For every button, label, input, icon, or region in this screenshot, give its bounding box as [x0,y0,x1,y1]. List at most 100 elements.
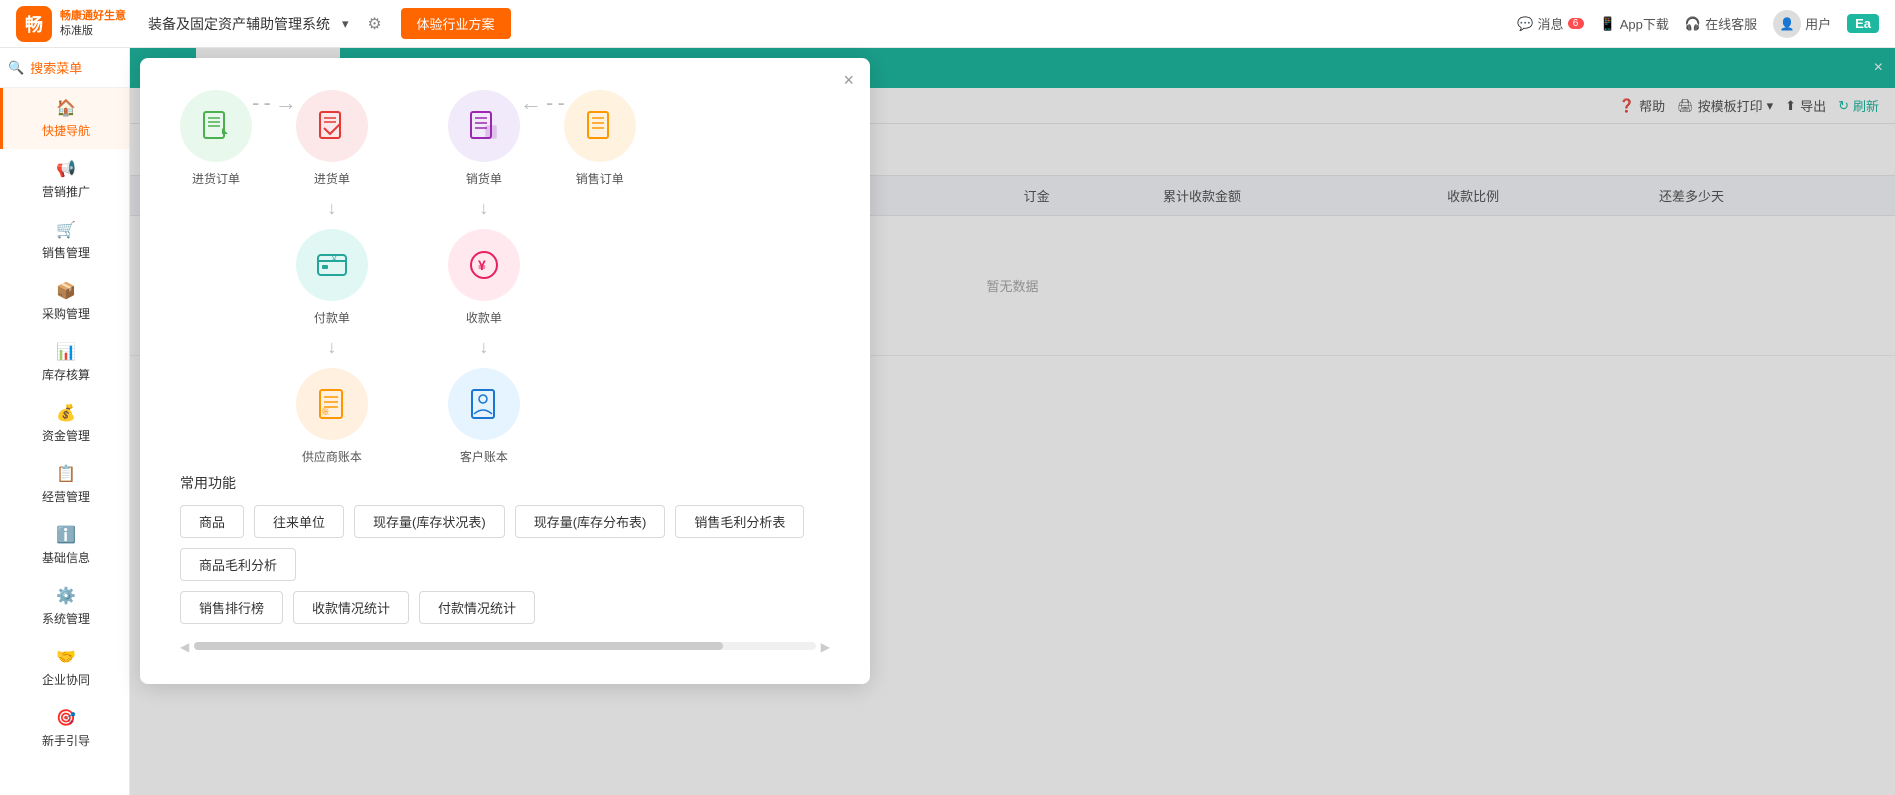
kehu-zhangben-label: 客户账本 [460,448,508,465]
sidebar-item-marketing[interactable]: 📢 营销推广 [0,149,129,210]
download-icon: 📱 [1600,16,1616,32]
func-btn-sales-profit[interactable]: 销售毛利分析表 [675,505,804,538]
collab-icon: 🤝 [56,647,76,667]
xiaoshou-dingdan-label: 销售订单 [576,170,624,187]
top-bar: 畅 畅康通好生意 标准版 装备及固定资产辅助管理系统 ▾ ⚙ 体验行业方案 💬 … [0,0,1895,48]
search-menu-label: 搜索菜单 [30,58,82,77]
popup-close-icon[interactable]: × [843,70,854,91]
sidebar-item-label: 基础信息 [42,549,90,566]
func-btn-current-stock-dist[interactable]: 现存量(库存分布表) [515,505,666,538]
svg-text:账: 账 [322,407,329,416]
svg-text:¥: ¥ [478,257,486,273]
app-download-button[interactable]: 📱 App下载 [1600,14,1669,33]
flow-node-shoukuan-dan[interactable]: ¥ 收款单 [448,229,520,326]
settings-icon[interactable]: ⚙ [361,10,389,38]
flow-node-gongyingshang[interactable]: 账 供应商账本 [296,368,368,465]
purchase-icon: 📦 [56,281,76,301]
message-button[interactable]: 💬 消息 6 [1517,14,1583,33]
sidebar-item-system[interactable]: ⚙️ 系统管理 [0,576,129,637]
message-icon: 💬 [1517,16,1533,32]
arrow-v-2: ↓ [327,338,336,356]
arrow-h-dashed-left-icon: ← - - [520,90,564,116]
flow-node-xiaoshou-dingdan[interactable]: 销售订单 [564,90,636,187]
func-btn-product[interactable]: 商品 [180,505,244,538]
sidebar-item-inventory[interactable]: 📊 库存核算 [0,332,129,393]
user-menu[interactable]: 👤 用户 [1773,10,1831,38]
flow-node-jinhuo-dingdan[interactable]: 进货订单 [180,90,252,187]
sidebar-item-finance[interactable]: 💰 资金管理 [0,393,129,454]
sidebar-item-guide[interactable]: 🎯 新手引导 [0,698,129,759]
home-icon: 🏠 [56,98,76,118]
user-name: 用户 [1805,14,1831,33]
sidebar-item-purchase[interactable]: 📦 采购管理 [0,271,129,332]
jinhuo-dan-icon [296,90,368,162]
logo-line1: 畅康通好生意 [60,9,126,23]
xiaohuo-dan-label: 销货单 [466,170,502,187]
flow-node-kehu-zhangben[interactable]: 客户账本 [448,368,520,465]
system-icon: ⚙️ [56,586,76,606]
fukuan-dan-label: 付款单 [314,309,350,326]
arrow-v-3: ↓ [479,199,488,217]
flow-col-3: 销货单 ↓ ¥ 收款单 ↓ 客户账本 [448,90,520,465]
svg-text:¥: ¥ [331,255,337,264]
flow-diagram: 进货订单 - - → 进货单 ↓ ¥ [180,90,830,465]
sidebar-item-label: 经营管理 [42,488,90,505]
guide-icon: 🎯 [56,708,76,728]
message-label: 消息 [1538,14,1564,33]
sidebar-item-label: 新手引导 [42,732,90,749]
message-badge: 6 [1568,18,1584,29]
scroll-right-icon[interactable]: ▶ [821,640,830,654]
search-menu-button[interactable]: 🔍 搜索菜单 [0,48,129,88]
sidebar-item-label: 营销推广 [42,183,90,200]
app-download-label: App下载 [1620,14,1669,33]
xiaohuo-dan-icon [448,90,520,162]
func-btn-payment-stats[interactable]: 付款情况统计 [419,591,535,624]
sidebar-item-collab[interactable]: 🤝 企业协同 [0,637,129,698]
xiaoshou-dingdan-icon [564,90,636,162]
gongyingshang-label: 供应商账本 [302,448,362,465]
online-service-button[interactable]: 🎧 在线客服 [1685,14,1757,33]
ea-badge: Ea [1847,14,1879,33]
flow-node-xiaohuo-dan[interactable]: 销货单 [448,90,520,187]
func-buttons-row1: 商品 往来单位 现存量(库存状况表) 现存量(库存分布表) 销售毛利分析表 商品… [180,505,830,581]
sidebar-item-label: 快捷导航 [42,122,90,139]
operations-icon: 📋 [56,464,76,484]
common-title: 常用功能 [180,473,830,493]
sidebar-item-basic-info[interactable]: ℹ️ 基础信息 [0,515,129,576]
flow-col-2: 进货单 ↓ ¥ 付款单 ↓ 账 供应商账本 [296,90,368,465]
logo-area: 畅 畅康通好生意 标准版 [16,6,136,42]
info-icon: ℹ️ [56,525,76,545]
scroll-left-icon[interactable]: ◀ [180,640,189,654]
logo-line2: 标准版 [60,24,126,38]
logo-text: 畅康通好生意 标准版 [60,9,126,38]
chevron-down-icon: ▾ [342,16,349,32]
func-btn-receipt-stats[interactable]: 收款情况统计 [293,591,409,624]
jinhuo-dingdan-icon [180,90,252,162]
scroll-thumb[interactable] [194,642,723,650]
sidebar-item-label: 系统管理 [42,610,90,627]
avatar: 👤 [1773,10,1801,38]
sidebar-item-quick-nav[interactable]: 🏠 快捷导航 [0,88,129,149]
top-right-area: 💬 消息 6 📱 App下载 🎧 在线客服 👤 用户 Ea [1517,10,1879,38]
func-btn-partner[interactable]: 往来单位 [254,505,344,538]
overlay[interactable]: × 进货订单 - - → [130,48,1895,795]
sidebar-item-label: 企业协同 [42,671,90,688]
system-dropdown[interactable]: ▾ [342,16,349,32]
func-btn-product-profit[interactable]: 商品毛利分析 [180,548,296,581]
inventory-icon: 📊 [56,342,76,362]
sidebar-item-label: 采购管理 [42,305,90,322]
flow-node-fukuan-dan[interactable]: ¥ 付款单 [296,229,368,326]
jinhuo-dingdan-label: 进货订单 [192,170,240,187]
func-btn-current-stock-status[interactable]: 现存量(库存状况表) [354,505,505,538]
sidebar-item-sales[interactable]: 🛒 销售管理 [0,210,129,271]
sidebar-item-label: 销售管理 [42,244,90,261]
func-btn-sales-ranking[interactable]: 销售排行榜 [180,591,283,624]
finance-icon: 💰 [56,403,76,423]
sidebar-item-operations[interactable]: 📋 经营管理 [0,454,129,515]
arrow-h-dashed-icon: - - → [252,90,296,116]
shoukuan-dan-icon: ¥ [448,229,520,301]
trial-button[interactable]: 体验行业方案 [401,8,511,39]
flow-node-jinhuo-dan[interactable]: 进货单 [296,90,368,187]
flow-col-1: 进货订单 [180,90,252,187]
gongyingshang-icon: 账 [296,368,368,440]
